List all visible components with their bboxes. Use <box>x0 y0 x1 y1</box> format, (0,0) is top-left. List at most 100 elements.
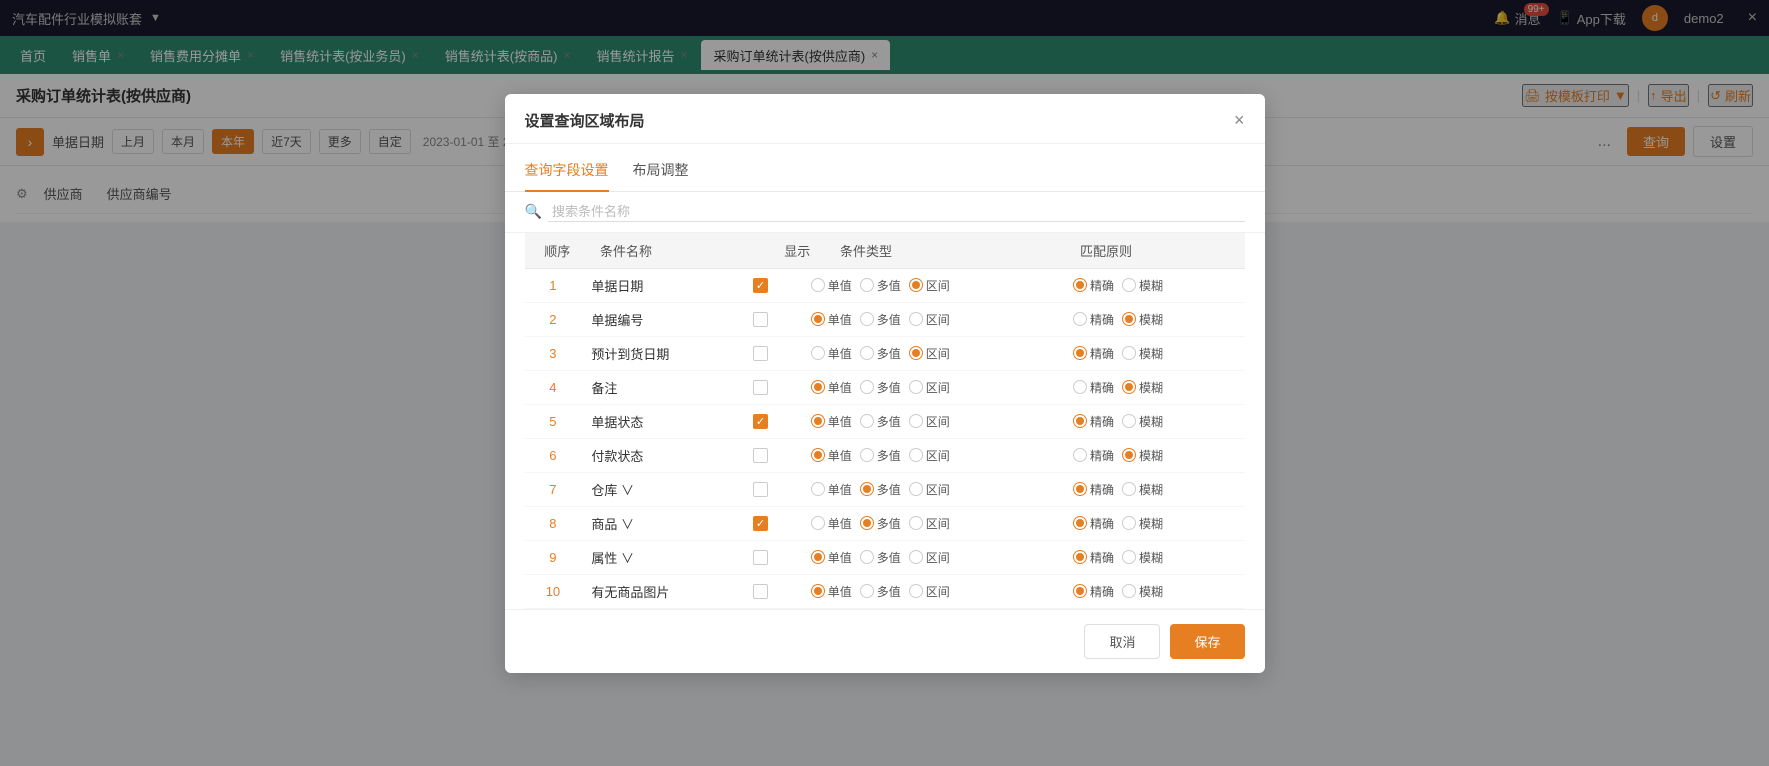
match-radio-item[interactable]: 精确 <box>1073 345 1114 362</box>
radio-circle <box>811 380 825 394</box>
type-radio-item[interactable]: 多值 <box>860 413 901 430</box>
match-radio-item[interactable]: 模糊 <box>1122 447 1163 464</box>
row-name: 备注 <box>581 370 743 404</box>
radio-circle <box>909 516 923 530</box>
match-radio-item[interactable]: 模糊 <box>1122 549 1163 566</box>
radio-circle <box>860 346 874 360</box>
match-radio-item[interactable]: 精确 <box>1073 379 1114 396</box>
radio-circle <box>860 312 874 326</box>
display-checkbox[interactable]: ✓ <box>753 516 768 531</box>
table-row: 6付款状态单值多值区间精确模糊 <box>525 438 1245 472</box>
cancel-button[interactable]: 取消 <box>1084 624 1160 659</box>
type-radio-item[interactable]: 区间 <box>909 379 950 396</box>
type-radio-item[interactable]: 多值 <box>860 277 901 294</box>
match-radio-item[interactable]: 模糊 <box>1122 481 1163 498</box>
radio-circle <box>1122 516 1136 530</box>
row-name: 有无商品图片 <box>581 574 743 608</box>
type-radio-item[interactable]: 单值 <box>811 379 852 396</box>
row-type-cell: 单值多值区间 <box>801 404 1063 438</box>
match-radio-item[interactable]: 模糊 <box>1122 277 1163 294</box>
type-radio-item[interactable]: 多值 <box>860 379 901 396</box>
type-radio-item[interactable]: 区间 <box>909 481 950 498</box>
type-radio-item[interactable]: 区间 <box>909 277 950 294</box>
radio-circle <box>860 414 874 428</box>
tab-query-fields[interactable]: 查询字段设置 <box>525 154 609 192</box>
table-row: 7仓库 ∨单值多值区间精确模糊 <box>525 472 1245 506</box>
match-radio-item[interactable]: 精确 <box>1073 277 1114 294</box>
type-radio-item[interactable]: 单值 <box>811 481 852 498</box>
radio-circle <box>909 414 923 428</box>
match-radio-item[interactable]: 模糊 <box>1122 515 1163 532</box>
match-radio-item[interactable]: 精确 <box>1073 311 1114 328</box>
display-checkbox[interactable] <box>753 380 768 395</box>
row-match-cell: 精确模糊 <box>1063 404 1245 438</box>
radio-circle <box>1073 278 1087 292</box>
row-display-cell <box>743 302 801 336</box>
radio-circle <box>1122 278 1136 292</box>
dialog-search-area: 🔍 <box>505 192 1265 233</box>
match-radio-item[interactable]: 模糊 <box>1122 379 1163 396</box>
match-radio-item[interactable]: 精确 <box>1073 481 1114 498</box>
match-radio-item[interactable]: 模糊 <box>1122 413 1163 430</box>
settings-dialog: 设置查询区域布局 × 查询字段设置 布局调整 🔍 顺序 条件名称 显示 条件类型 <box>505 94 1265 673</box>
row-display-cell <box>743 472 801 506</box>
dialog-close-button[interactable]: × <box>1234 111 1245 129</box>
type-radio-item[interactable]: 单值 <box>811 345 852 362</box>
type-radio-item[interactable]: 区间 <box>909 311 950 328</box>
row-name: 商品 ∨ <box>581 506 743 540</box>
match-radio-item[interactable]: 精确 <box>1073 583 1114 600</box>
row-name: 单据状态 <box>581 404 743 438</box>
type-radio-item[interactable]: 单值 <box>811 583 852 600</box>
display-checkbox[interactable] <box>753 346 768 361</box>
type-radio-item[interactable]: 单值 <box>811 413 852 430</box>
display-checkbox[interactable] <box>753 482 768 497</box>
radio-circle <box>860 380 874 394</box>
type-radio-item[interactable]: 区间 <box>909 515 950 532</box>
match-radio-item[interactable]: 模糊 <box>1122 345 1163 362</box>
radio-circle <box>1122 550 1136 564</box>
th-display: 显示 <box>764 233 829 269</box>
table-row: 8商品 ∨✓单值多值区间精确模糊 <box>525 506 1245 540</box>
display-checkbox[interactable]: ✓ <box>753 278 768 293</box>
type-radio-item[interactable]: 区间 <box>909 413 950 430</box>
type-radio-item[interactable]: 多值 <box>860 583 901 600</box>
display-checkbox[interactable] <box>753 448 768 463</box>
row-display-cell <box>743 370 801 404</box>
match-radio-item[interactable]: 模糊 <box>1122 311 1163 328</box>
type-radio-item[interactable]: 单值 <box>811 311 852 328</box>
save-button[interactable]: 保存 <box>1170 624 1244 659</box>
match-radio-item[interactable]: 模糊 <box>1122 583 1163 600</box>
display-checkbox[interactable]: ✓ <box>753 414 768 429</box>
radio-circle <box>909 550 923 564</box>
display-checkbox[interactable] <box>753 312 768 327</box>
tab-layout-adjust[interactable]: 布局调整 <box>633 154 689 192</box>
display-checkbox[interactable] <box>753 584 768 599</box>
match-radio-item[interactable]: 精确 <box>1073 447 1114 464</box>
type-radio-item[interactable]: 单值 <box>811 515 852 532</box>
type-radio-item[interactable]: 单值 <box>811 277 852 294</box>
row-match-cell: 精确模糊 <box>1063 438 1245 472</box>
radio-circle <box>1073 482 1087 496</box>
type-radio-item[interactable]: 多值 <box>860 447 901 464</box>
row-display-cell <box>743 574 801 608</box>
match-radio-item[interactable]: 精确 <box>1073 413 1114 430</box>
radio-circle <box>811 516 825 530</box>
search-conditions-input[interactable] <box>548 202 1245 222</box>
type-radio-item[interactable]: 区间 <box>909 447 950 464</box>
type-radio-item[interactable]: 多值 <box>860 311 901 328</box>
type-radio-item[interactable]: 多值 <box>860 481 901 498</box>
type-radio-item[interactable]: 区间 <box>909 583 950 600</box>
type-radio-item[interactable]: 多值 <box>860 549 901 566</box>
match-radio-item[interactable]: 精确 <box>1073 515 1114 532</box>
type-radio-item[interactable]: 单值 <box>811 549 852 566</box>
type-radio-item[interactable]: 单值 <box>811 447 852 464</box>
match-radio-item[interactable]: 精确 <box>1073 549 1114 566</box>
display-checkbox[interactable] <box>753 550 768 565</box>
row-match-cell: 精确模糊 <box>1063 540 1245 574</box>
type-radio-item[interactable]: 区间 <box>909 549 950 566</box>
radio-circle <box>1073 312 1087 326</box>
type-radio-item[interactable]: 多值 <box>860 345 901 362</box>
type-radio-item[interactable]: 区间 <box>909 345 950 362</box>
type-radio-item[interactable]: 多值 <box>860 515 901 532</box>
radio-circle <box>1122 414 1136 428</box>
